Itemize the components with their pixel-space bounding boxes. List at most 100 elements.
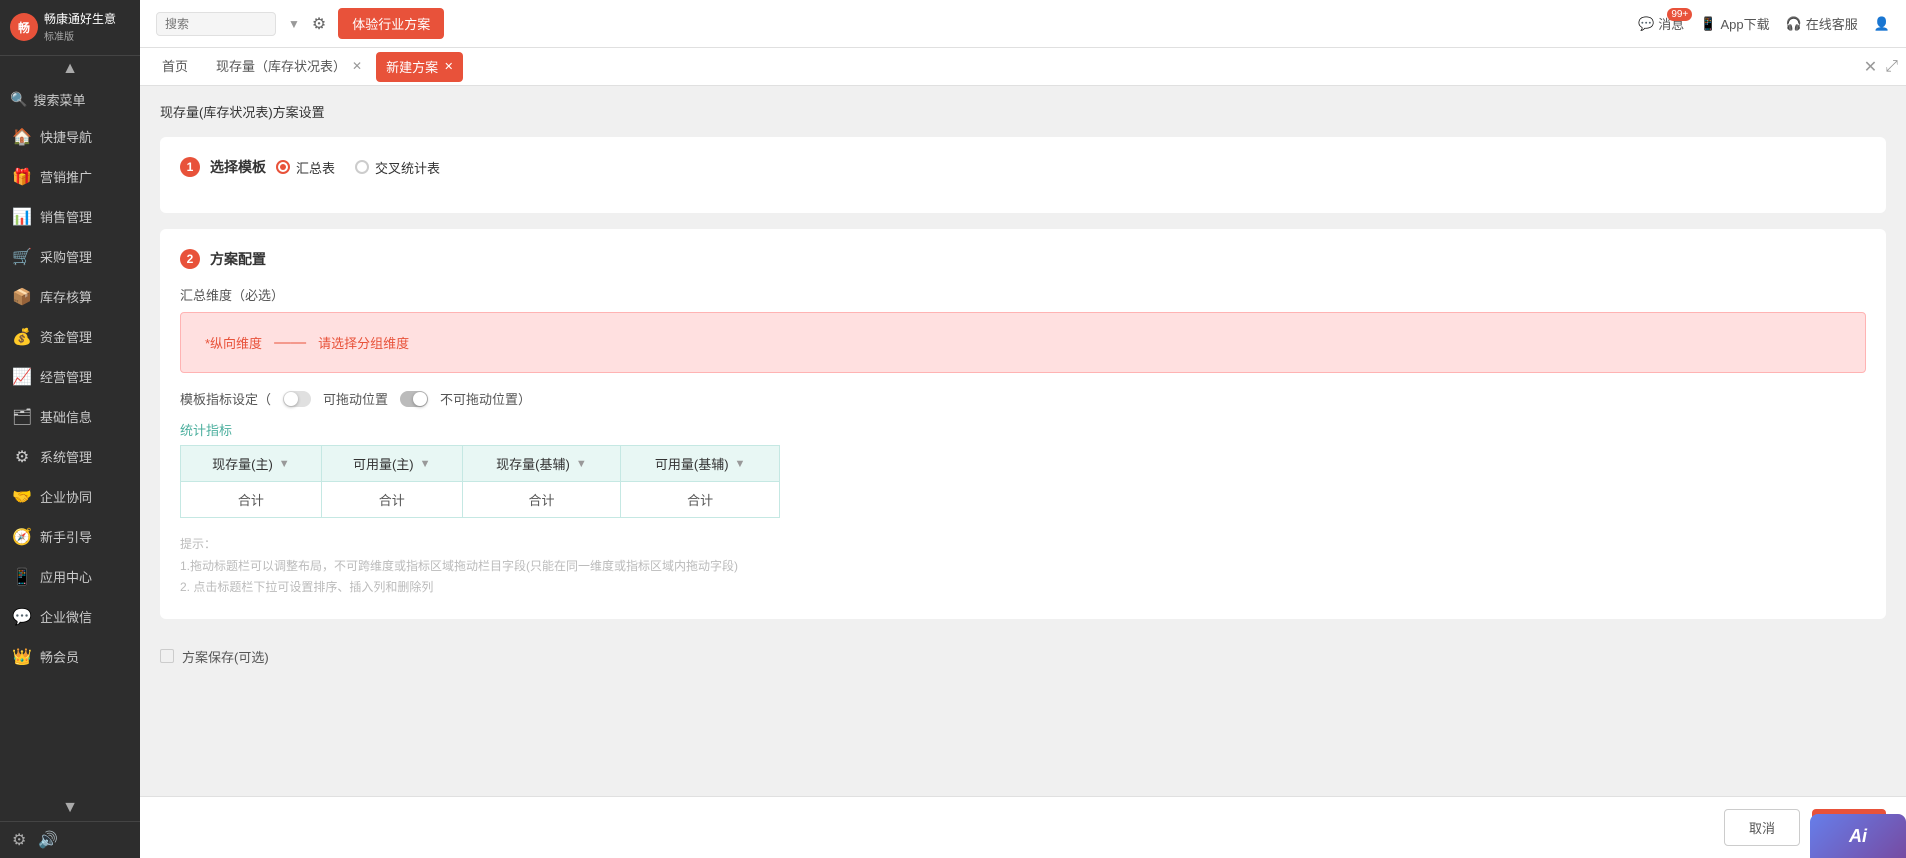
- sidebar-item-appcenter[interactable]: 📱 应用中心: [0, 557, 140, 597]
- sidebar-item-inventory[interactable]: 📦 库存核算: [0, 277, 140, 317]
- app-download-item[interactable]: 📱 App下载: [1700, 14, 1769, 33]
- sidebar-item-sales[interactable]: 📊 销售管理: [0, 197, 140, 237]
- tab-inventory[interactable]: 现存量（库存状况表） ✕: [202, 48, 376, 86]
- sidebar-item-enterprise[interactable]: 🤝 企业协同: [0, 477, 140, 517]
- col-header-1[interactable]: 可用量(主) ▼: [321, 446, 462, 482]
- sidebar-scroll-up[interactable]: ▲: [0, 56, 140, 82]
- indicator-setting-prefix: 模板指标设定（: [180, 389, 271, 408]
- operations-label: 经营管理: [40, 367, 92, 386]
- save-checkbox[interactable]: [160, 649, 174, 663]
- col-label-1: 可用量(主): [353, 454, 414, 473]
- sidebar-item-wechat[interactable]: 💬 企业微信: [0, 597, 140, 637]
- footer-bar: 取消 查询: [140, 796, 1906, 858]
- stats-title: 统计指标: [180, 420, 1866, 439]
- tabs-bar: 首页 现存量（库存状况表） ✕ 新建方案 ✕ ✕ ⤢: [140, 48, 1906, 86]
- sidebar: 畅 畅康通好生意 标准版 ▲ 🔍 搜索菜单 🏠 快捷导航 🎁 营销推广 📊 销售…: [0, 0, 140, 858]
- cancel-button[interactable]: 取消: [1724, 809, 1800, 846]
- sidebar-item-purchase[interactable]: 🛒 采购管理: [0, 237, 140, 277]
- radio-summary[interactable]: 汇总表: [276, 158, 335, 177]
- sidebar-item-quicknav[interactable]: 🏠 快捷导航: [0, 117, 140, 157]
- stats-table: 现存量(主) ▼ 可用量(主) ▼ 现存量(基辅: [180, 445, 780, 518]
- radio-cross[interactable]: 交叉统计表: [355, 158, 440, 177]
- topbar-chevron-icon[interactable]: ▼: [288, 17, 300, 31]
- audio-footer-icon[interactable]: 🔊: [38, 830, 58, 850]
- newguide-label: 新手引导: [40, 527, 92, 546]
- save-label: 方案保存(可选): [182, 647, 269, 666]
- sidebar-item-finance[interactable]: 💰 资金管理: [0, 317, 140, 357]
- app-edition: 标准版: [44, 28, 116, 43]
- draggable-toggle[interactable]: [283, 391, 311, 407]
- sidebar-search[interactable]: 🔍 搜索菜单: [0, 82, 140, 117]
- quicknav-icon: 🏠: [12, 127, 32, 147]
- quicknav-label: 快捷导航: [40, 127, 92, 146]
- basic-label: 基础信息: [40, 407, 92, 426]
- col-header-3[interactable]: 可用量(基辅) ▼: [621, 446, 780, 482]
- tab-home-label: 首页: [162, 56, 188, 75]
- sidebar-item-newguide[interactable]: 🧭 新手引导: [0, 517, 140, 557]
- dimension-separator: ——: [274, 334, 306, 352]
- col-chevron-3[interactable]: ▼: [735, 458, 746, 470]
- settings-footer-icon[interactable]: ⚙: [12, 830, 26, 850]
- sidebar-item-basic[interactable]: 🗂 基础信息: [0, 397, 140, 437]
- tab-inventory-label: 现存量（库存状况表）: [216, 56, 346, 75]
- dimension-box[interactable]: *纵向维度 —— 请选择分组维度: [180, 312, 1866, 373]
- col-sub-0: 合计: [181, 482, 322, 518]
- col-chevron-2[interactable]: ▼: [576, 458, 587, 470]
- sales-label: 销售管理: [40, 207, 92, 226]
- wechat-label: 企业微信: [40, 607, 92, 626]
- tips-title: 提示：: [180, 534, 1866, 556]
- sidebar-footer: ⚙ 🔊: [0, 821, 140, 858]
- sidebar-item-operations[interactable]: 📈 经营管理: [0, 357, 140, 397]
- topbar-right: 💬 消息 99+ 📱 App下载 🎧 在线客服 👤: [1638, 14, 1890, 33]
- message-icon-wrap[interactable]: 💬 消息 99+: [1638, 14, 1684, 33]
- topbar-gear-icon[interactable]: ⚙: [312, 14, 326, 34]
- col-label-0: 现存量(主): [212, 454, 273, 473]
- tabs-right: ✕ ⤢: [1864, 57, 1898, 77]
- ai-badge[interactable]: Ai: [1810, 814, 1906, 858]
- sidebar-item-marketing[interactable]: 🎁 营销推广: [0, 157, 140, 197]
- sidebar-scroll-down[interactable]: ▼: [0, 795, 140, 821]
- tab-new-plan[interactable]: 新建方案 ✕: [376, 52, 463, 82]
- search-icon: 🔍: [10, 91, 27, 108]
- col-label-3: 可用量(基辅): [655, 454, 729, 473]
- step2-number: 2: [180, 249, 200, 269]
- tip-item-1: 1.拖动标题栏可以调整布局，不可跨维度或指标区域拖动栏目字段(只能在同一维度或指…: [180, 556, 1866, 578]
- appcenter-icon: 📱: [12, 567, 32, 587]
- purchase-icon: 🛒: [12, 247, 32, 267]
- marketing-label: 营销推广: [40, 167, 92, 186]
- wechat-icon: 💬: [12, 607, 32, 627]
- non-draggable-toggle: [400, 391, 428, 407]
- tab-expand-icon[interactable]: ⤢: [1885, 58, 1898, 76]
- step1-number: 1: [180, 157, 200, 177]
- tab-inventory-close[interactable]: ✕: [352, 59, 362, 73]
- topbar-search-input[interactable]: [156, 12, 276, 36]
- draggable-label: 可拖动位置: [323, 389, 388, 408]
- page-title: 现存量(库存状况表)方案设置: [160, 102, 1886, 121]
- tab-home[interactable]: 首页: [148, 48, 202, 86]
- col-chevron-1[interactable]: ▼: [420, 458, 431, 470]
- online-service-item[interactable]: 🎧 在线客服: [1786, 14, 1858, 33]
- radio-summary-label: 汇总表: [296, 158, 335, 177]
- step1-header: 1 选择模板 汇总表 交叉统计表: [180, 157, 1866, 177]
- logo-text-block: 畅康通好生意 标准版: [44, 12, 116, 43]
- sidebar-item-system[interactable]: ⚙ 系统管理: [0, 437, 140, 477]
- finance-icon: 💰: [12, 327, 32, 347]
- col-label-2: 现存量(基辅): [496, 454, 570, 473]
- topbar: ▼ ⚙ 体验行业方案 💬 消息 99+ 📱 App下载 🎧 在线客服 👤: [140, 0, 1906, 48]
- col-sub-3: 合计: [621, 482, 780, 518]
- appcenter-label: 应用中心: [40, 567, 92, 586]
- user-avatar[interactable]: 👤: [1874, 16, 1890, 32]
- sidebar-item-member[interactable]: 👑 畅会员: [0, 637, 140, 677]
- tab-new-close[interactable]: ✕: [444, 60, 453, 73]
- col-chevron-0[interactable]: ▼: [279, 458, 290, 470]
- marketing-icon: 🎁: [12, 167, 32, 187]
- indicator-setting: 模板指标设定（ 可拖动位置 不可拖动位置）: [180, 389, 1866, 408]
- tab-close-icon[interactable]: ✕: [1864, 57, 1877, 77]
- trial-button[interactable]: 体验行业方案: [338, 8, 444, 39]
- col-header-0[interactable]: 现存量(主) ▼: [181, 446, 322, 482]
- radio-cross-label: 交叉统计表: [375, 158, 440, 177]
- col-sub-2: 合计: [462, 482, 621, 518]
- col-header-2[interactable]: 现存量(基辅) ▼: [462, 446, 621, 482]
- tips-section: 提示： 1.拖动标题栏可以调整布局，不可跨维度或指标区域拖动栏目字段(只能在同一…: [180, 534, 1866, 599]
- dimension-placeholder: 请选择分组维度: [318, 333, 409, 352]
